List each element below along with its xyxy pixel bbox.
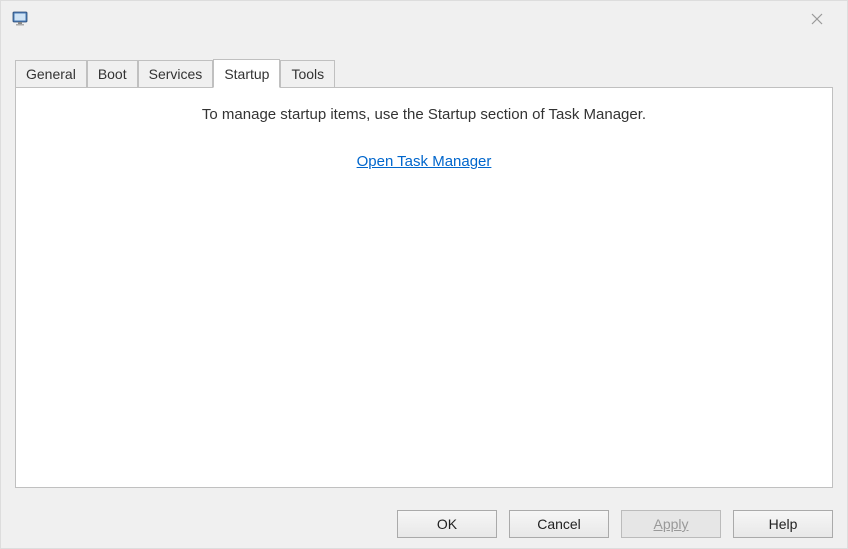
startup-message: To manage startup items, use the Startup… (34, 106, 814, 123)
cancel-button[interactable]: Cancel (509, 510, 609, 538)
startup-panel: To manage startup items, use the Startup… (15, 87, 833, 488)
tab-general[interactable]: General (15, 60, 87, 87)
app-icon (11, 9, 31, 29)
tab-boot[interactable]: Boot (87, 60, 138, 87)
tab-tools[interactable]: Tools (280, 60, 335, 87)
tab-content-area: To manage startup items, use the Startup… (1, 87, 847, 500)
apply-button: Apply (621, 510, 721, 538)
tab-services[interactable]: Services (138, 60, 214, 87)
tab-startup[interactable]: Startup (213, 59, 280, 88)
ok-button[interactable]: OK (397, 510, 497, 538)
help-button[interactable]: Help (733, 510, 833, 538)
titlebar (1, 1, 847, 37)
close-button[interactable] (797, 4, 837, 34)
msconfig-window: General Boot Services Startup Tools To m… (0, 0, 848, 549)
close-icon (811, 13, 823, 25)
open-task-manager-link[interactable]: Open Task Manager (357, 153, 492, 170)
dialog-button-row: OK Cancel Apply Help (1, 500, 847, 548)
tab-strip: General Boot Services Startup Tools (1, 57, 847, 87)
